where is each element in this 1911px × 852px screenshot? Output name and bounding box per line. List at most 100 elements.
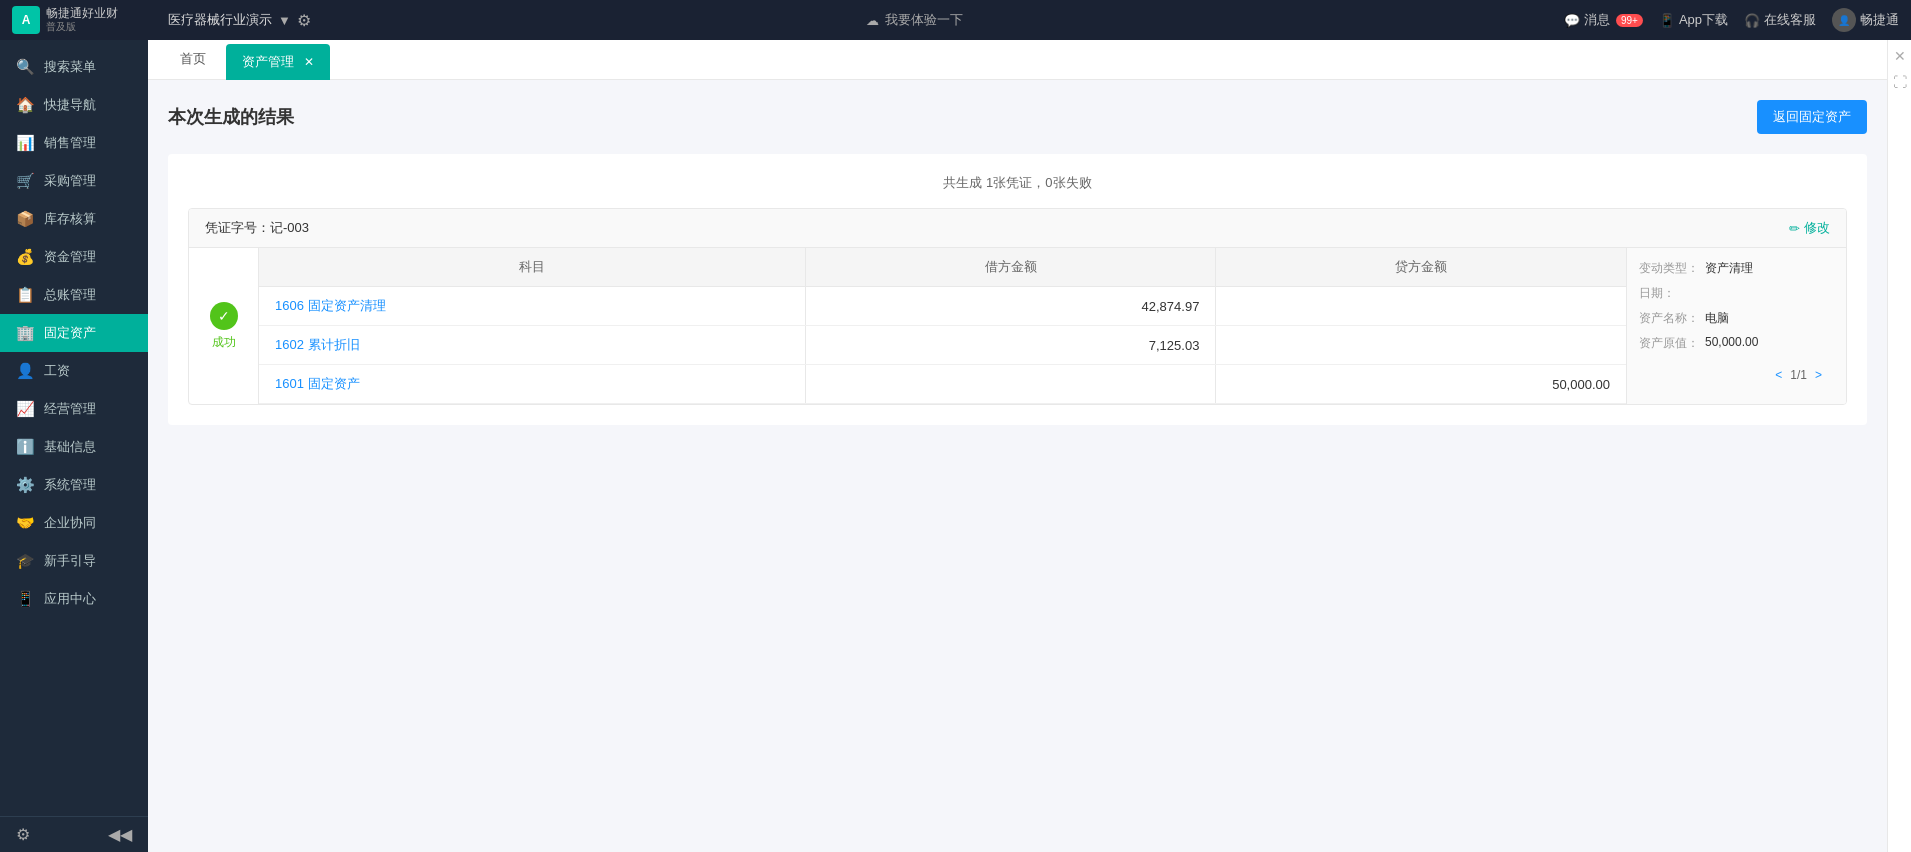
sidebar-item-search[interactable]: 🔍搜索菜单: [0, 48, 148, 86]
sidebar-label-operations: 经营管理: [44, 400, 96, 418]
workspace-name: 医疗器械行业演示: [168, 11, 272, 29]
sidebar-item-operations[interactable]: 📈经营管理: [0, 390, 148, 428]
credit-cell: 50,000.00: [1216, 365, 1626, 404]
workspace-dropdown-icon: ▼: [278, 13, 291, 28]
sidebar-item-purchase[interactable]: 🛒采购管理: [0, 162, 148, 200]
sidebar-label-basic-info: 基础信息: [44, 438, 96, 456]
sidebar-label-ledger: 总账管理: [44, 286, 96, 304]
sidebar-item-quick-nav[interactable]: 🏠 快捷导航: [0, 86, 148, 124]
avatar: 👤: [1832, 8, 1856, 32]
sidebar-icon-fixed-assets: 🏢: [16, 324, 34, 342]
sidebar-item-ledger[interactable]: 📋 总账管理: [0, 276, 148, 314]
sidebar-item-guide[interactable]: 🎓 新手引导: [0, 542, 148, 580]
sidebar-item-app-center[interactable]: 📱应用中心: [0, 580, 148, 618]
change-type-value: 资产清理: [1705, 260, 1753, 277]
voucher-edit-btn[interactable]: ✏ 修改: [1789, 219, 1830, 237]
col-subject: 科目: [259, 248, 806, 287]
sidebar-item-basic-info[interactable]: ℹ️基础信息: [0, 428, 148, 466]
sidebar-item-inventory[interactable]: 📦 库存核算: [0, 200, 148, 238]
logo-version: 普及版: [46, 20, 118, 34]
original-value-value: 50,000.00: [1705, 335, 1758, 352]
date-label: 日期：: [1639, 285, 1675, 302]
pagination-prev[interactable]: <: [1775, 368, 1782, 382]
original-value-label: 资产原值：: [1639, 335, 1699, 352]
voucher-number-value: 记-003: [270, 220, 309, 235]
notice-text[interactable]: 我要体验一下: [885, 11, 963, 29]
username: 畅捷通: [1860, 11, 1899, 29]
sidebar-item-sales[interactable]: 📊销售管理: [0, 124, 148, 162]
date-item: 日期：: [1639, 285, 1834, 302]
asset-name-item: 资产名称： 电脑: [1639, 310, 1834, 327]
credit-cell: [1216, 287, 1626, 326]
messages-btn[interactable]: 💬 消息 99+: [1564, 11, 1643, 29]
sidebar-item-fixed-assets[interactable]: 🏢固定资产: [0, 314, 148, 352]
collapse-icon[interactable]: ◀◀: [108, 825, 132, 844]
sidebar-item-funds[interactable]: 💰资金管理: [0, 238, 148, 276]
sidebar-label-inventory: 库存核算: [44, 210, 96, 228]
success-text: 成功: [212, 334, 236, 351]
online-service-label: 在线客服: [1764, 11, 1816, 29]
col-credit: 贷方金额: [1216, 248, 1626, 287]
col-debit: 借方金额: [806, 248, 1216, 287]
voucher-pagination: < 1/1 >: [1639, 360, 1834, 390]
sidebar-label-system: 系统管理: [44, 476, 96, 494]
sidebar-label-payroll: 工资: [44, 362, 70, 380]
voucher-number-prefix: 凭证字号：: [205, 220, 270, 235]
top-bar-right: 💬 消息 99+ 📱 App下载 🎧 在线客服 👤 畅捷通: [1564, 8, 1899, 32]
page-header: 本次生成的结果 返回固定资产: [168, 100, 1867, 134]
tab-close-icon[interactable]: ✕: [304, 55, 314, 69]
result-card: 共生成 1张凭证，0张失败 凭证字号：记-003 ✏ 修改: [168, 154, 1867, 425]
account-cell: 1606 固定资产清理: [259, 287, 806, 326]
tab-home[interactable]: 首页: [164, 40, 222, 80]
sidebar-item-system[interactable]: ⚙️系统管理: [0, 466, 148, 504]
sidebar-icon-guide: 🎓: [16, 552, 34, 570]
sidebar-label-guide: 新手引导: [44, 552, 96, 570]
sidebar-icon-enterprise: 🤝: [16, 514, 34, 532]
asset-name-label: 资产名称：: [1639, 310, 1699, 327]
sidebar-item-payroll[interactable]: 👤工资: [0, 352, 148, 390]
voucher-number: 凭证字号：记-003: [205, 219, 309, 237]
sidebar-icon-inventory: 📦: [16, 210, 34, 228]
user-menu[interactable]: 👤 畅捷通: [1832, 8, 1899, 32]
workspace-selector[interactable]: 医疗器械行业演示 ▼ ⚙: [168, 11, 866, 30]
voucher-block: 凭证字号：记-003 ✏ 修改 ✓ 成功: [188, 208, 1847, 405]
change-type-label: 变动类型：: [1639, 260, 1699, 277]
sidebar-label-app-center: 应用中心: [44, 590, 96, 608]
nav-tabs: 首页 资产管理 ✕: [148, 40, 1887, 80]
message-icon: 💬: [1564, 13, 1580, 28]
app-download-btn[interactable]: 📱 App下载: [1659, 11, 1728, 29]
sidebar-label-quick-nav: 快捷导航: [44, 96, 96, 114]
voucher-body: ✓ 成功 科目 借方金额 贷方金额: [189, 248, 1846, 404]
debit-cell: 42,874.97: [806, 287, 1216, 326]
logo: A 畅捷通好业财 普及版: [12, 6, 160, 34]
original-value-item: 资产原值： 50,000.00: [1639, 335, 1834, 352]
top-bar: A 畅捷通好业财 普及版 医疗器械行业演示 ▼ ⚙ ☁ 我要体验一下 💬 消息 …: [0, 0, 1911, 40]
pagination-next[interactable]: >: [1815, 368, 1822, 382]
result-summary: 共生成 1张凭证，0张失败: [188, 174, 1847, 192]
tab-asset-mgmt[interactable]: 资产管理 ✕: [226, 44, 330, 80]
sidebar-icon-quick-nav: 🏠: [16, 96, 34, 114]
page-title: 本次生成的结果: [168, 105, 294, 129]
headset-icon: 🎧: [1744, 13, 1760, 28]
voucher-header: 凭证字号：记-003 ✏ 修改: [189, 209, 1846, 248]
tab-asset-mgmt-label: 资产管理: [242, 53, 294, 71]
return-fixed-assets-button[interactable]: 返回固定资产: [1757, 100, 1867, 134]
online-service-btn[interactable]: 🎧 在线客服: [1744, 11, 1816, 29]
debit-cell: 7,125.03: [806, 326, 1216, 365]
sidebar-icon-ledger: 📋: [16, 286, 34, 304]
sidebar-icon-purchase: 🛒: [16, 172, 34, 190]
close-panel-icon[interactable]: ✕: [1894, 48, 1906, 64]
settings-bottom-icon[interactable]: ⚙: [16, 825, 30, 844]
notice-cloud-icon: ☁: [866, 13, 879, 28]
expand-panel-icon[interactable]: ⛶: [1893, 74, 1907, 90]
sidebar-icon-sales: 📊: [16, 134, 34, 152]
messages-label: 消息: [1584, 11, 1610, 29]
account-cell: 1601 固定资产: [259, 365, 806, 404]
sidebar: 🔍搜索菜单 🏠 快捷导航 📊销售管理🛒采购管理 📦 库存核算 💰资金管理 📋 总账管理 🏢固定资产…: [0, 40, 148, 852]
sidebar-icon-search: 🔍: [16, 58, 34, 76]
sidebar-item-enterprise[interactable]: 🤝企业协同: [0, 504, 148, 542]
edit-icon: ✏: [1789, 221, 1800, 236]
settings-icon[interactable]: ⚙: [297, 11, 311, 30]
tab-home-label: 首页: [180, 50, 206, 68]
sidebar-menu: 🔍搜索菜单 🏠 快捷导航 📊销售管理🛒采购管理 📦 库存核算 💰资金管理 📋 总账管理 🏢固定资产…: [0, 40, 148, 816]
